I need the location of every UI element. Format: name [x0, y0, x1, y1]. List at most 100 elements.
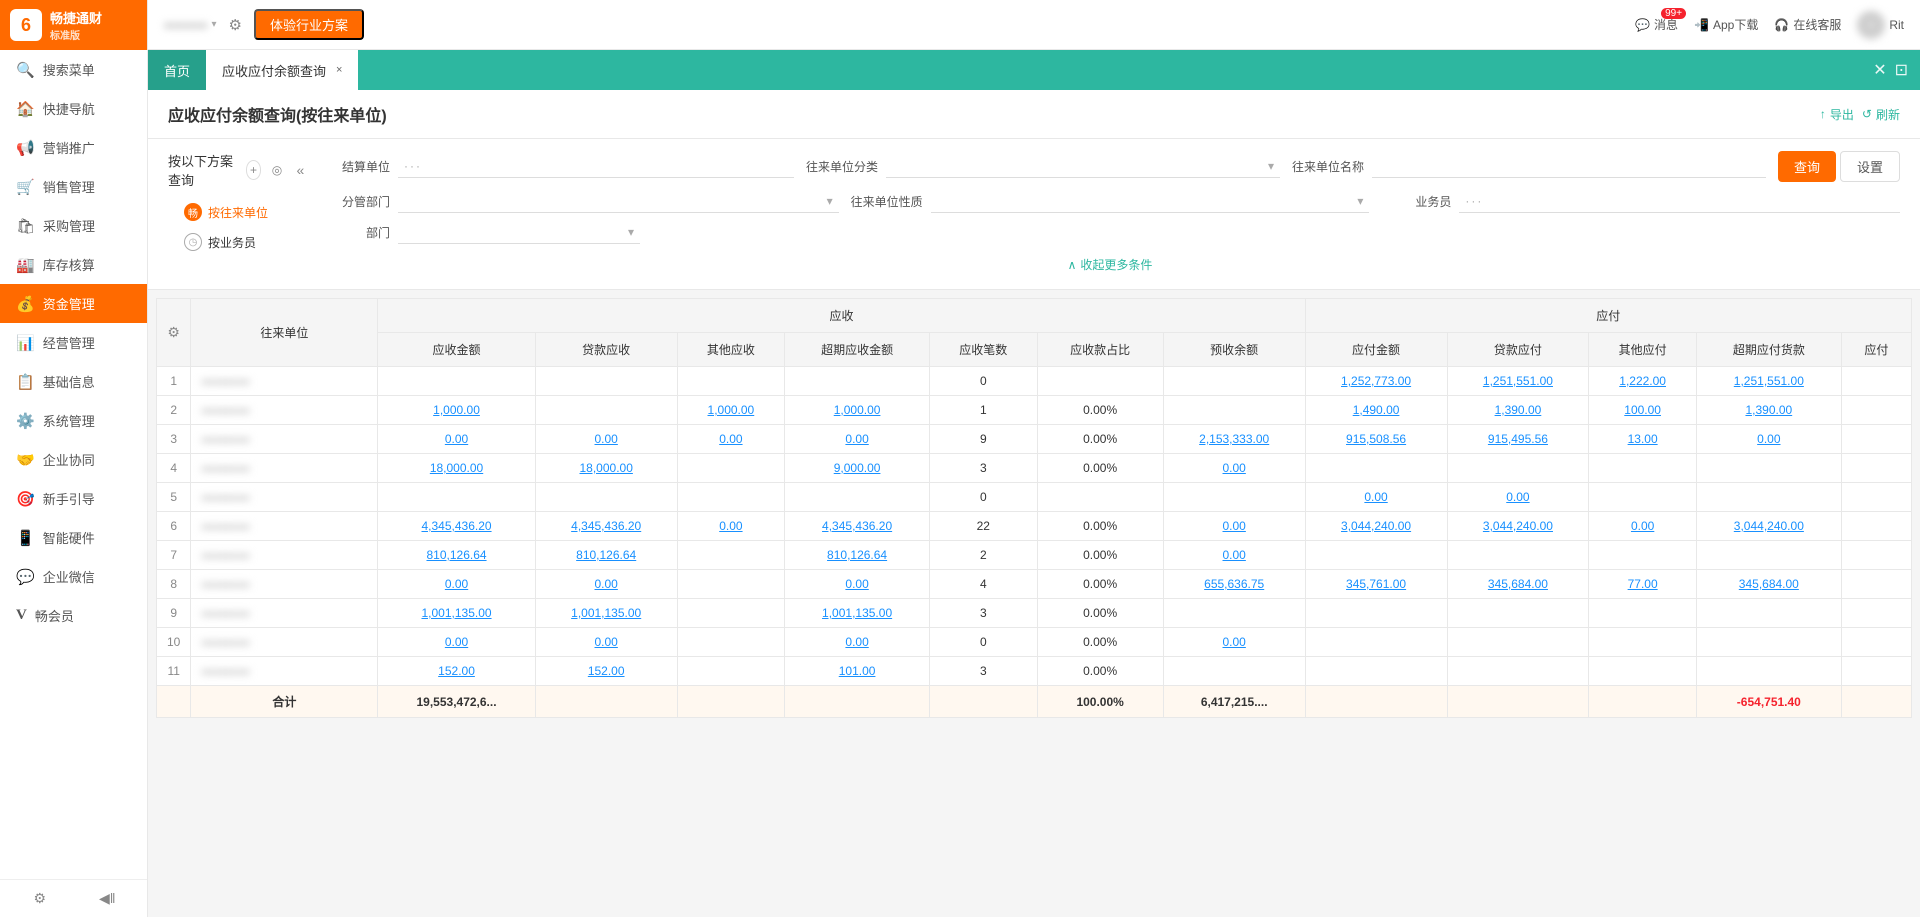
- cell-ap_amount: 915,508.56: [1305, 425, 1447, 454]
- filter-field-unit-nature: 往来单位性质 ▾: [851, 190, 1370, 213]
- sidebar-item-wechat[interactable]: 💬 企业微信: [0, 557, 147, 596]
- cell-ar_prepay: [1163, 396, 1305, 425]
- sidebar-item-quick-nav[interactable]: 🏠 快捷导航: [0, 89, 147, 128]
- sidebar-item-basic[interactable]: 📋 基础信息: [0, 362, 147, 401]
- salesman-input[interactable]: ···: [1459, 190, 1900, 213]
- sidebar-item-sales[interactable]: 🛒 销售管理: [0, 167, 147, 206]
- breadcrumb-chevron-icon[interactable]: ▾: [212, 19, 217, 30]
- row-unit: ■■■■■■■■: [191, 396, 378, 425]
- page-header: 应收应付余额查询(按往来单位) ↑ 导出 ↺ 刷新: [148, 90, 1920, 139]
- sidebar-item-collab[interactable]: 🤝 企业协同: [0, 440, 147, 479]
- filter-option-by-unit[interactable]: 畅 按往来单位: [176, 199, 308, 225]
- operation-icon: 📊: [16, 334, 35, 352]
- cell-ar_other: 1,000.00: [677, 396, 785, 425]
- cell-ar_other: [677, 628, 785, 657]
- promo-button[interactable]: 体验行业方案: [254, 9, 364, 40]
- sidebar-item-member[interactable]: V 畅会员: [0, 596, 147, 635]
- cell-ar_overdue: 810,126.64: [785, 541, 930, 570]
- cell-ar_count: 0: [930, 628, 1038, 657]
- message-button[interactable]: 💬 消息 99+: [1635, 16, 1678, 33]
- cell-ap_overdue: 1,390.00: [1696, 396, 1841, 425]
- tab-close-icon[interactable]: ×: [336, 64, 342, 76]
- user-avatar-area[interactable]: U Rit: [1857, 11, 1904, 39]
- row-unit: ■■■■■■■■: [191, 454, 378, 483]
- cell-ar_overdue: 1,000.00: [785, 396, 930, 425]
- unit-category-select[interactable]: ▾: [886, 155, 1280, 178]
- marketing-icon: 📢: [16, 139, 35, 157]
- sidebar-label-purchase: 采购管理: [43, 216, 95, 235]
- cell-ap_col14: [1841, 367, 1911, 396]
- cell-ap_loan: [1447, 454, 1589, 483]
- cell-ap_other: [1589, 483, 1697, 512]
- collapse-more-button[interactable]: ∧ 收起更多条件: [320, 252, 1900, 277]
- query-button[interactable]: 查询: [1778, 151, 1836, 182]
- cell-ar_amount: 1,000.00: [378, 396, 535, 425]
- gear-icon[interactable]: ⚙: [229, 16, 242, 34]
- sidebar-item-system[interactable]: ⚙️ 系统管理: [0, 401, 147, 440]
- collapse-more-icon: ∧: [1068, 258, 1077, 272]
- settings-button[interactable]: 设置: [1840, 151, 1900, 182]
- unit-category-chevron-icon: ▾: [1268, 159, 1274, 173]
- dept-manage-select[interactable]: ▾: [398, 190, 839, 213]
- cell-ap_loan: [1447, 628, 1589, 657]
- table-settings-icon[interactable]: ⚙: [167, 324, 180, 340]
- filter-add-button[interactable]: +: [246, 160, 262, 180]
- cell-ap_other: [1589, 599, 1697, 628]
- inventory-icon: 🏭: [16, 256, 35, 274]
- cell-ar_prepay: [1163, 657, 1305, 686]
- unit-nature-select[interactable]: ▾: [931, 190, 1370, 213]
- tab-home[interactable]: 首页: [148, 50, 206, 90]
- footer-ar-total: 19,553,472,6...: [378, 686, 535, 718]
- cell-ap_amount: [1305, 628, 1447, 657]
- cell-ap_loan: [1447, 657, 1589, 686]
- dept-manage-chevron-icon: ▾: [827, 194, 833, 208]
- filter-setting-icon[interactable]: ◎: [269, 160, 284, 180]
- tab-ar-ap[interactable]: 应收应付余额查询 ×: [206, 50, 358, 90]
- refresh-button[interactable]: ↺ 刷新: [1862, 106, 1900, 123]
- cell-ar_loan: 0.00: [535, 425, 677, 454]
- filter-row-2: 分管部门 ▾ 往来单位性质 ▾: [320, 190, 1900, 213]
- export-button[interactable]: ↑ 导出: [1820, 106, 1854, 123]
- cell-ar_ratio: [1037, 483, 1163, 512]
- service-button[interactable]: 🎧 在线客服: [1774, 16, 1841, 33]
- col-ap-col14: 应付: [1841, 333, 1911, 367]
- sidebar-collapse-btn[interactable]: ◀‖: [78, 890, 138, 907]
- cell-ar_other: [677, 599, 785, 628]
- sidebar-item-purchase[interactable]: 🛍 采购管理: [0, 206, 147, 245]
- settle-unit-input[interactable]: ···: [398, 155, 794, 178]
- row-unit: ■■■■■■■■: [191, 483, 378, 512]
- cell-ap_other: [1589, 454, 1697, 483]
- sidebar-item-inventory[interactable]: 🏭 库存核算: [0, 245, 147, 284]
- row-num: 8: [157, 570, 191, 599]
- filter-collapse-icon[interactable]: «: [293, 160, 308, 180]
- cell-ap_col14: [1841, 599, 1911, 628]
- sidebar-item-operation[interactable]: 📊 经营管理: [0, 323, 147, 362]
- system-icon: ⚙️: [16, 412, 35, 430]
- cell-ar_loan: 4,345,436.20: [535, 512, 677, 541]
- query-buttons: 查询 设置: [1778, 151, 1900, 182]
- sidebar-settings-btn[interactable]: ⚙: [10, 890, 70, 907]
- col-ap-amount: 应付金额: [1305, 333, 1447, 367]
- sidebar-item-finance[interactable]: 💰 资金管理: [0, 284, 147, 323]
- table-settings-header[interactable]: ⚙: [157, 299, 191, 367]
- unit-name-input[interactable]: [1372, 155, 1766, 178]
- col-ar-overdue: 超期应收金额: [785, 333, 930, 367]
- sidebar-item-guide[interactable]: 🎯 新手引导: [0, 479, 147, 518]
- filter-option-by-staff[interactable]: ◷ 按业务员: [176, 229, 308, 255]
- cell-ap_amount: 0.00: [1305, 483, 1447, 512]
- sidebar-item-search[interactable]: 🔍 搜索菜单: [0, 50, 147, 89]
- filter-fields: 结算单位 ··· 往来单位分类 ▾: [320, 151, 1900, 277]
- dept-select[interactable]: ▾: [398, 221, 640, 244]
- app-download-button[interactable]: 📲 App下载: [1694, 16, 1758, 33]
- row-num: 11: [157, 657, 191, 686]
- col-ap-overdue: 超期应付货款: [1696, 333, 1841, 367]
- cell-ar_overdue: 0.00: [785, 628, 930, 657]
- expand-button[interactable]: ⊡: [1895, 60, 1908, 80]
- cell-ar_loan: 0.00: [535, 628, 677, 657]
- filter-option-unit-label: 按往来单位: [208, 204, 268, 221]
- close-all-tabs-button[interactable]: ✕: [1873, 60, 1886, 80]
- sidebar-item-hardware[interactable]: 📱 智能硬件: [0, 518, 147, 557]
- sidebar-label-search: 搜索菜单: [43, 60, 95, 79]
- sidebar-item-marketing[interactable]: 📢 营销推广: [0, 128, 147, 167]
- filter-option-staff-label: 按业务员: [208, 234, 256, 251]
